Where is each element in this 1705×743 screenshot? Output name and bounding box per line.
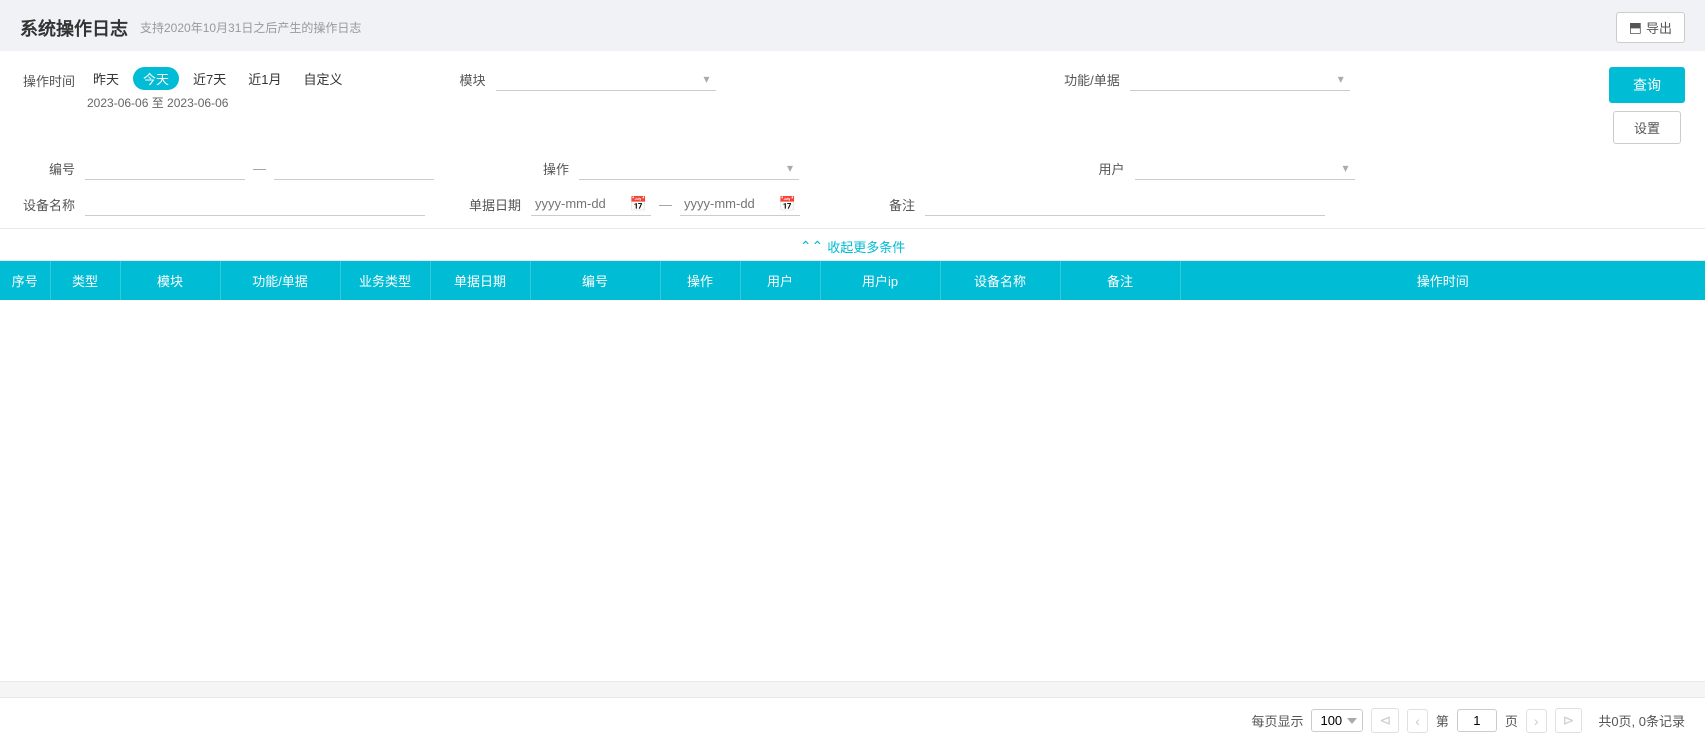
collapse-label: 收起更多条件 (827, 237, 905, 256)
operation-select-wrap: ▾ (579, 156, 799, 180)
prev-page-button[interactable]: ‹ (1407, 709, 1428, 733)
col-biz-type: 业务类型 (340, 261, 430, 300)
function-select-wrap: ▾ (1130, 67, 1350, 91)
col-voucher-date: 单据日期 (430, 261, 530, 300)
time-filter-group: 昨天 今天 近7天 近1月 自定义 2023-06-06 至 2023-06-0… (85, 67, 351, 111)
table-header: 序号 类型 模块 功能/单据 业务类型 单据日期 编号 操作 用户 用户ip 设… (0, 261, 1705, 300)
col-user: 用户 (740, 261, 820, 300)
next-page-button[interactable]: › (1526, 709, 1547, 733)
collapse-bar: ⌃⌃ 收起更多条件 (0, 229, 1705, 261)
page-header: 系统操作日志 支持2020年10月31日之后产生的操作日志 ⬒ 导出 (0, 0, 1705, 51)
time-btn-today[interactable]: 今天 (133, 67, 179, 90)
user-label: 用户 (1070, 159, 1125, 178)
device-label: 设备名称 (20, 195, 75, 214)
table-header-row: 序号 类型 模块 功能/单据 业务类型 单据日期 编号 操作 用户 用户ip 设… (0, 261, 1705, 300)
remark-input[interactable] (925, 192, 1325, 216)
col-operation: 操作 (660, 261, 740, 300)
time-btn-yesterday[interactable]: 昨天 (85, 67, 127, 90)
horizontal-scrollbar[interactable] (0, 681, 1705, 697)
date-start-wrap: 📅 (531, 192, 651, 216)
date-end-wrap: 📅 (680, 192, 800, 216)
time-buttons: 昨天 今天 近7天 近1月 自定义 (85, 67, 351, 90)
page-size-select[interactable]: 100 50 200 (1311, 709, 1363, 732)
col-op-time: 操作时间 (1180, 261, 1705, 300)
pagination-bar: 每页显示 100 50 200 ⊲ ‹ 第 页 › ⊳ 共0页, 0条记录 (0, 697, 1705, 743)
page-container: 系统操作日志 支持2020年10月31日之后产生的操作日志 ⬒ 导出 操作时间 … (0, 0, 1705, 743)
function-select[interactable] (1130, 67, 1350, 91)
date-separator: — (659, 197, 672, 212)
page-subtitle: 支持2020年10月31日之后产生的操作日志 (140, 19, 361, 36)
operation-label: 操作 (514, 159, 569, 178)
number-separator: — (253, 161, 266, 176)
data-table: 序号 类型 模块 功能/单据 业务类型 单据日期 编号 操作 用户 用户ip 设… (0, 261, 1705, 300)
collapse-button[interactable]: ⌃⌃ 收起更多条件 (800, 237, 905, 256)
col-module: 模块 (120, 261, 220, 300)
filter-area: 操作时间 昨天 今天 近7天 近1月 自定义 2023-06-06 至 2023… (0, 51, 1705, 229)
calendar-end-icon[interactable]: 📅 (779, 196, 796, 213)
export-label: 导出 (1646, 18, 1672, 37)
page-size-label: 每页显示 (1251, 711, 1303, 730)
device-input[interactable] (85, 192, 425, 216)
col-index: 序号 (0, 261, 50, 300)
user-select[interactable] (1135, 156, 1355, 180)
collapse-up-icon: ⌃⌃ (800, 238, 823, 255)
number-end-input[interactable] (274, 156, 434, 180)
col-function: 功能/单据 (220, 261, 340, 300)
function-label: 功能/单据 (1050, 70, 1120, 89)
table-wrap: 序号 类型 模块 功能/单据 业务类型 单据日期 编号 操作 用户 用户ip 设… (0, 261, 1705, 681)
user-select-wrap: ▾ (1135, 156, 1355, 180)
operation-select[interactable] (579, 156, 799, 180)
total-text: 共0页, 0条记录 (1598, 711, 1685, 730)
last-page-button[interactable]: ⊳ (1555, 708, 1583, 733)
number-label: 编号 (20, 159, 75, 178)
remark-label: 备注 (860, 195, 915, 214)
first-page-button[interactable]: ⊲ (1371, 708, 1399, 733)
col-user-ip: 用户ip (820, 261, 940, 300)
query-button[interactable]: 查询 (1609, 67, 1685, 103)
col-remark: 备注 (1060, 261, 1180, 300)
calendar-start-icon[interactable]: 📅 (630, 196, 647, 213)
module-select-wrap: ▾ (496, 67, 716, 91)
module-select[interactable] (496, 67, 716, 91)
time-range-text: 2023-06-06 至 2023-06-06 (87, 94, 351, 111)
operation-time-label: 操作时间 (20, 71, 75, 90)
page-unit: 页 (1505, 711, 1518, 730)
time-btn-7days[interactable]: 近7天 (185, 67, 234, 90)
time-btn-1month[interactable]: 近1月 (240, 67, 289, 90)
page-label: 第 (1436, 711, 1449, 730)
col-type: 类型 (50, 261, 120, 300)
export-button[interactable]: ⬒ 导出 (1616, 12, 1685, 43)
page-title: 系统操作日志 (20, 15, 128, 41)
col-number: 编号 (530, 261, 660, 300)
number-start-input[interactable] (85, 156, 245, 180)
settings-button[interactable]: 设置 (1613, 111, 1681, 144)
page-number-input[interactable] (1457, 709, 1497, 732)
export-icon: ⬒ (1629, 19, 1642, 36)
module-label: 模块 (431, 70, 486, 89)
right-buttons: 查询 设置 (1609, 67, 1685, 144)
voucher-date-label: 单据日期 (461, 195, 521, 214)
col-device: 设备名称 (940, 261, 1060, 300)
time-btn-custom[interactable]: 自定义 (296, 67, 351, 90)
